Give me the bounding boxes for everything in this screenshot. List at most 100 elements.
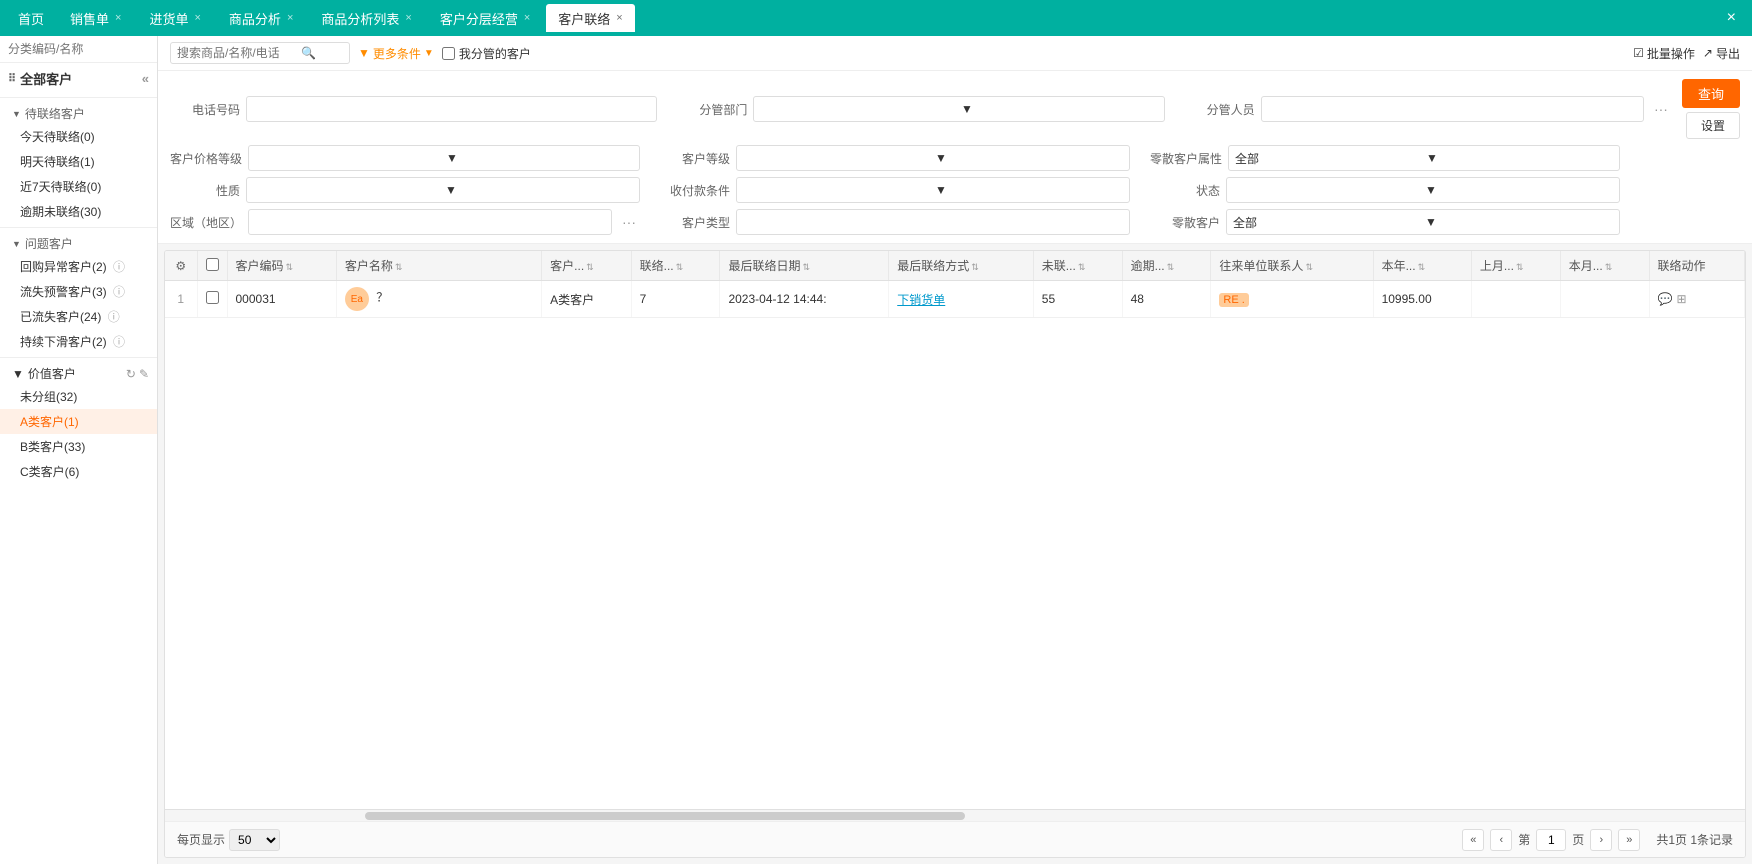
sidebar-item-repurchase-anomaly[interactable]: 回购异常客户(2) ⓘ [0,254,157,279]
sort-this-year[interactable]: ⇅ [1418,262,1426,272]
sidebar-all-customers[interactable]: ⠿ 全部客户 « [0,63,157,94]
status-select[interactable]: ▼ [1226,177,1620,203]
sort-contact[interactable]: ⇅ [676,262,684,272]
sort-code[interactable]: ⇅ [286,262,294,272]
sidebar-item-overdue[interactable]: 逾期未联络(30) [0,199,157,224]
sidebar-item-tomorrow[interactable]: 明天待联络(1) [0,149,157,174]
nav-tab-contact[interactable]: 客户联络 × [546,4,634,32]
nav-home[interactable]: 首页 [8,9,54,28]
chat-icon[interactable]: 💬 [1658,292,1673,306]
nav-tab-sales[interactable]: 销售单 × [58,4,133,32]
retail-attr-select[interactable]: 全部 ▼ [1228,145,1620,171]
sort-last-month[interactable]: ⇅ [1516,262,1524,272]
batch-op-button[interactable]: ☑ 批量操作 [1633,45,1695,62]
sidebar-item-churn-warning[interactable]: 流失预警客户(3) ⓘ [0,279,157,304]
last-method-link-1[interactable]: 下销货单 [897,293,945,307]
close-tab-sales[interactable]: × [115,12,121,24]
sort-last-method[interactable]: ⇅ [971,262,979,272]
col-code: 客户编码⇅ [227,251,336,281]
select-all-checkbox[interactable] [206,258,219,271]
problem-customers-group[interactable]: ▼ 问题客户 [0,231,157,254]
nav-tab-tier[interactable]: 客户分层经营 × [428,4,542,32]
page-size-select[interactable]: 50 20 100 [229,829,280,851]
horizontal-scrollbar[interactable] [165,809,1745,821]
customer-type-input-wrap[interactable] [736,209,1130,235]
table-scroll[interactable]: ⚙ 客户编码⇅ 客户名称⇅ 客户...⇅ 联络...⇅ 最后联络日期⇅ 最后联络… [165,251,1745,809]
sidebar-item-c-class[interactable]: C类客户(6) [0,459,157,484]
settings-icon[interactable]: ⚙ [175,259,186,273]
setting-button[interactable]: 设置 [1686,112,1740,139]
sidebar-item-b-class[interactable]: B类客户(33) [0,434,157,459]
grid-action-icon[interactable]: ⊞ [1676,292,1686,306]
row-select-1[interactable] [206,291,219,304]
sort-contact-person[interactable]: ⇅ [1305,262,1313,272]
sort-last-date[interactable]: ⇅ [802,262,810,272]
sidebar-item-churned[interactable]: 已流失客户(24) ⓘ [0,304,157,329]
window-close-button[interactable]: × [1719,9,1744,27]
sidebar-item-ungroup[interactable]: 未分组(32) [0,384,157,409]
sort-name[interactable]: ⇅ [395,262,403,272]
filter-row-3: 性质 ▼ 收付款条件 ▼ 状态 [170,177,1740,203]
table-settings-col[interactable]: ⚙ [165,251,197,281]
nav-tab-analysis-list[interactable]: 商品分析列表 × [309,4,423,32]
customer-type-input[interactable] [743,215,1123,229]
sidebar-item-declining[interactable]: 持续下滑客户(2) ⓘ [0,329,157,354]
export-button[interactable]: ↗ 导出 [1703,45,1740,62]
region-dots[interactable]: ··· [618,214,640,230]
region-input-wrap[interactable] [248,209,612,235]
sort-overdue[interactable]: ⇅ [1167,262,1175,272]
region-input[interactable] [255,215,605,229]
close-tab-contact[interactable]: × [616,12,622,24]
close-tab-tier[interactable]: × [524,12,530,24]
sort-not-contacted[interactable]: ⇅ [1078,262,1086,272]
query-button[interactable]: 查询 [1682,79,1740,108]
sidebar-item-today[interactable]: 今天待联络(0) [0,124,157,149]
close-tab-analysis-list[interactable]: × [405,12,411,24]
sidebar-search-input[interactable] [8,42,158,56]
pagination: « ‹ 第 页 › » 共1页 1条记录 [1462,829,1733,851]
sidebar-item-7days[interactable]: 近7天待联络(0) [0,174,157,199]
next-page-btn[interactable]: › [1590,829,1612,851]
my-customers-checkbox[interactable] [442,47,455,60]
row-type-1: A类客户 [542,281,631,318]
phone-input[interactable] [253,102,650,116]
phone-input-wrap[interactable] [246,96,657,122]
row-actions-1[interactable]: 💬 ⊞ [1649,281,1744,318]
price-level-select[interactable]: ▼ [248,145,640,171]
main-search-icon[interactable]: 🔍 [301,46,316,60]
retail-customer-select[interactable]: 全部 ▼ [1226,209,1620,235]
close-tab-purchase[interactable]: × [194,12,200,24]
manager-input-wrap[interactable] [1261,96,1644,122]
table-checkbox-col[interactable] [197,251,227,281]
sidebar-collapse-btn[interactable]: « [142,71,149,86]
more-conditions-btn[interactable]: ▼ 更多条件 ▼ [358,45,434,62]
main-search-input[interactable] [177,46,297,60]
customer-level-select[interactable]: ▼ [736,145,1130,171]
last-page-btn[interactable]: » [1618,829,1640,851]
region-label: 区域（地区） [170,214,242,231]
nature-select[interactable]: ▼ [246,177,640,203]
dept-select[interactable]: ▼ [753,96,1164,122]
nav-tab-analysis[interactable]: 商品分析 × [217,4,305,32]
first-page-btn[interactable]: « [1462,829,1484,851]
sidebar-item-a-class[interactable]: A类客户(1) [0,409,157,434]
content-area: 🔍 ▼ 更多条件 ▼ 我分管的客户 ☑ 批量操作 ↗ 导出 [158,36,1752,864]
payment-select[interactable]: ▼ [736,177,1130,203]
refresh-icon[interactable]: ↻ [126,367,136,381]
my-customers-filter[interactable]: 我分管的客户 [442,45,531,62]
sort-type[interactable]: ⇅ [586,262,594,272]
scrollbar-thumb[interactable] [365,812,965,820]
edit-icon[interactable]: ✎ [139,367,149,381]
prev-page-btn[interactable]: ‹ [1490,829,1512,851]
close-tab-analysis[interactable]: × [287,12,293,24]
col-overdue: 逾期...⇅ [1122,251,1211,281]
sort-this-month[interactable]: ⇅ [1605,262,1613,272]
nav-tab-purchase[interactable]: 进货单 × [137,4,212,32]
pending-contact-group[interactable]: ▼ 待联络客户 [0,101,157,124]
row-checkbox-1[interactable] [197,281,227,318]
row-last-method-1[interactable]: 下销货单 [889,281,1034,318]
manager-input[interactable] [1268,102,1637,116]
customer-avatar-1: Ea [345,287,369,311]
manager-dots[interactable]: ··· [1650,101,1672,117]
page-number-input[interactable] [1536,829,1566,851]
